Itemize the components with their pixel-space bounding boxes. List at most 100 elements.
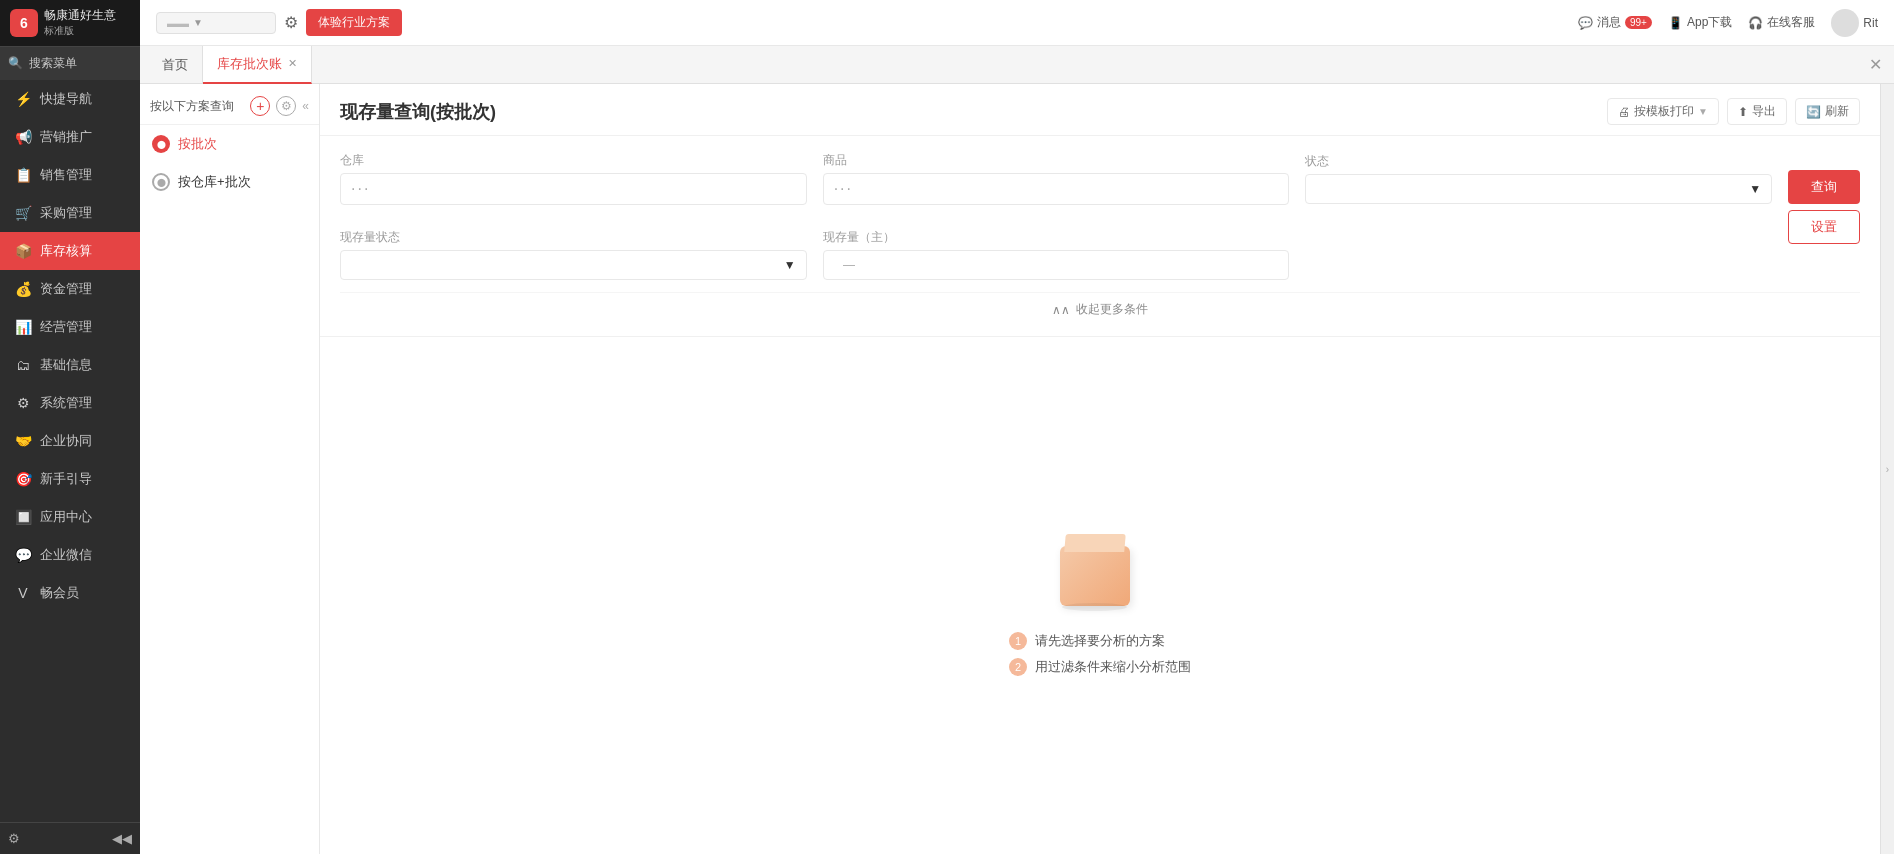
product-input[interactable]: ··· bbox=[823, 173, 1290, 205]
page-title: 现存量查询(按批次) bbox=[340, 100, 496, 124]
sidebar-item-finance[interactable]: 💰 资金管理 bbox=[0, 270, 140, 308]
inventory-status-label: 现存量状态 bbox=[340, 229, 807, 246]
vip-icon: V bbox=[14, 584, 32, 602]
app-download-action[interactable]: 📱 App下载 bbox=[1668, 14, 1732, 31]
tab-close-icon[interactable]: ✕ bbox=[288, 57, 297, 70]
add-icon: + bbox=[256, 98, 264, 114]
empty-hint-1: 1 请先选择要分析的方案 bbox=[1009, 632, 1191, 650]
right-panel-toggle[interactable]: › bbox=[1880, 84, 1894, 854]
quick-nav-icon: ⚡ bbox=[14, 90, 32, 108]
sidebar-item-enterprise[interactable]: 🤝 企业协同 bbox=[0, 422, 140, 460]
messages-action[interactable]: 💬 消息 99+ bbox=[1578, 14, 1652, 31]
product-placeholder: ··· bbox=[834, 180, 853, 198]
sidebar-item-sales[interactable]: 📋 销售管理 bbox=[0, 156, 140, 194]
tab-inventory-batch[interactable]: 库存批次账 ✕ bbox=[203, 46, 312, 84]
tabs-bar: 首页 库存批次账 ✕ ✕ bbox=[140, 46, 1894, 84]
topbar-left: ▬▬ ▼ ⚙ 体验行业方案 bbox=[156, 9, 1568, 36]
content-area: 按以下方案查询 + ⚙ « ⬤ 按批次 ⬤ 按仓库+批次 bbox=[140, 84, 1894, 854]
main-content: 现存量查询(按批次) 🖨 按模板打印 ▼ ⬆ 导出 🔄 刷新 bbox=[320, 84, 1880, 854]
system-icon: ⚙ bbox=[14, 394, 32, 412]
header-actions: 🖨 按模板打印 ▼ ⬆ 导出 🔄 刷新 bbox=[1607, 98, 1860, 125]
sidebar-search[interactable]: 🔍 搜索菜单 bbox=[0, 47, 140, 80]
system-label: 系统管理 bbox=[40, 394, 92, 412]
filter-by-warehouse-batch-label: 按仓库+批次 bbox=[178, 173, 251, 191]
sidebar-item-purchase[interactable]: 🛒 采购管理 bbox=[0, 194, 140, 232]
collapse-more-button[interactable]: ∧∧ 收起更多条件 bbox=[340, 292, 1860, 326]
warehouse-batch-icon: ⬤ bbox=[152, 173, 170, 191]
topbar-right: 💬 消息 99+ 📱 App下载 🎧 在线客服 Rit bbox=[1578, 9, 1878, 37]
avatar bbox=[1831, 9, 1859, 37]
sidebar-item-vip[interactable]: V 畅会员 bbox=[0, 574, 140, 612]
inventory-status-chevron-icon: ▼ bbox=[784, 258, 796, 272]
filter-setting-button[interactable]: ⚙ bbox=[276, 96, 296, 116]
product-field: 商品 ··· bbox=[823, 152, 1290, 205]
refresh-button[interactable]: 🔄 刷新 bbox=[1795, 98, 1860, 125]
operations-label: 经营管理 bbox=[40, 318, 92, 336]
finance-icon: 💰 bbox=[14, 280, 32, 298]
tab-bar-close-icon[interactable]: ✕ bbox=[1857, 46, 1894, 84]
status-select[interactable]: ▼ bbox=[1305, 174, 1772, 204]
filter-item-by-warehouse-batch[interactable]: ⬤ 按仓库+批次 bbox=[140, 163, 319, 201]
product-label: 商品 bbox=[823, 152, 1290, 169]
experience-button[interactable]: 体验行业方案 bbox=[306, 9, 402, 36]
messages-label: 消息 bbox=[1597, 14, 1621, 31]
batch-active-icon: ⬤ bbox=[152, 135, 170, 153]
search-menu-label: 搜索菜单 bbox=[29, 55, 77, 72]
sidebar-settings-icon[interactable]: ⚙ bbox=[8, 831, 20, 846]
sidebar-item-operations[interactable]: 📊 经营管理 bbox=[0, 308, 140, 346]
empty-state: 1 请先选择要分析的方案 2 用过滤条件来缩小分析范围 bbox=[320, 337, 1880, 854]
sidebar-item-newbie[interactable]: 🎯 新手引导 bbox=[0, 460, 140, 498]
inventory-qty-range[interactable]: — bbox=[823, 250, 1290, 280]
status-label: 状态 bbox=[1305, 153, 1772, 170]
chevron-up-icon: ∧∧ bbox=[1052, 303, 1070, 317]
warehouse-label: 仓库 bbox=[340, 152, 807, 169]
empty-hints: 1 请先选择要分析的方案 2 用过滤条件来缩小分析范围 bbox=[1009, 632, 1191, 676]
sales-label: 销售管理 bbox=[40, 166, 92, 184]
inventory-icon: 📦 bbox=[14, 242, 32, 260]
sidebar-item-apps[interactable]: 🔲 应用中心 bbox=[0, 498, 140, 536]
empty-hint-2: 2 用过滤条件来缩小分析范围 bbox=[1009, 658, 1191, 676]
sidebar-footer: ⚙ ◀◀ bbox=[0, 822, 140, 854]
collapse-label: 收起更多条件 bbox=[1076, 301, 1148, 318]
inventory-status-field: 现存量状态 ▼ bbox=[340, 229, 807, 280]
warehouse-placeholder: ··· bbox=[351, 180, 370, 198]
username: Rit bbox=[1863, 16, 1878, 30]
headset-icon: 🎧 bbox=[1748, 16, 1763, 30]
sidebar-item-system[interactable]: ⚙ 系统管理 bbox=[0, 384, 140, 422]
online-service-action[interactable]: 🎧 在线客服 bbox=[1748, 14, 1815, 31]
operations-icon: 📊 bbox=[14, 318, 32, 336]
inventory-qty-field: 现存量（主） — bbox=[823, 229, 1290, 280]
filter-panel-header: 按以下方案查询 + ⚙ « bbox=[140, 84, 319, 125]
sidebar-collapse-icon[interactable]: ◀◀ bbox=[112, 831, 132, 846]
setting-icon: ⚙ bbox=[281, 99, 292, 113]
export-button[interactable]: ⬆ 导出 bbox=[1727, 98, 1787, 125]
sidebar-item-wechat[interactable]: 💬 企业微信 bbox=[0, 536, 140, 574]
filter-add-button[interactable]: + bbox=[250, 96, 270, 116]
messages-badge: 99+ bbox=[1625, 16, 1652, 29]
query-button[interactable]: 查询 bbox=[1788, 170, 1860, 204]
hint-1-text: 请先选择要分析的方案 bbox=[1035, 632, 1165, 650]
tab-home[interactable]: 首页 bbox=[148, 46, 203, 84]
export-icon: ⬆ bbox=[1738, 105, 1748, 119]
filter-item-by-batch[interactable]: ⬤ 按批次 bbox=[140, 125, 319, 163]
topbar-search-box[interactable]: ▬▬ ▼ bbox=[156, 12, 276, 34]
user-profile-action[interactable]: Rit bbox=[1831, 9, 1878, 37]
filter-panel: 按以下方案查询 + ⚙ « ⬤ 按批次 ⬤ 按仓库+批次 bbox=[140, 84, 320, 854]
print-button[interactable]: 🖨 按模板打印 ▼ bbox=[1607, 98, 1719, 125]
topbar-gear-icon[interactable]: ⚙ bbox=[284, 13, 298, 32]
sidebar-item-inventory[interactable]: 📦 库存核算 bbox=[0, 232, 140, 270]
sidebar-item-quick-nav[interactable]: ⚡ 快捷导航 bbox=[0, 80, 140, 118]
warehouse-input[interactable]: ··· bbox=[340, 173, 807, 205]
print-label: 按模板打印 bbox=[1634, 103, 1694, 120]
wechat-label: 企业微信 bbox=[40, 546, 92, 564]
filter-collapse-button[interactable]: « bbox=[302, 99, 309, 113]
settings-button[interactable]: 设置 bbox=[1788, 210, 1860, 244]
inventory-status-select[interactable]: ▼ bbox=[340, 250, 807, 280]
filter-form: 仓库 ··· 商品 ··· bbox=[320, 136, 1880, 337]
sidebar-item-marketing[interactable]: 📢 营销推广 bbox=[0, 118, 140, 156]
purchase-label: 采购管理 bbox=[40, 204, 92, 222]
hint-2-text: 用过滤条件来缩小分析范围 bbox=[1035, 658, 1191, 676]
enterprise-label: 企业协同 bbox=[40, 432, 92, 450]
logo-text: 6 bbox=[20, 15, 28, 31]
sidebar-item-basics[interactable]: 🗂 基础信息 bbox=[0, 346, 140, 384]
